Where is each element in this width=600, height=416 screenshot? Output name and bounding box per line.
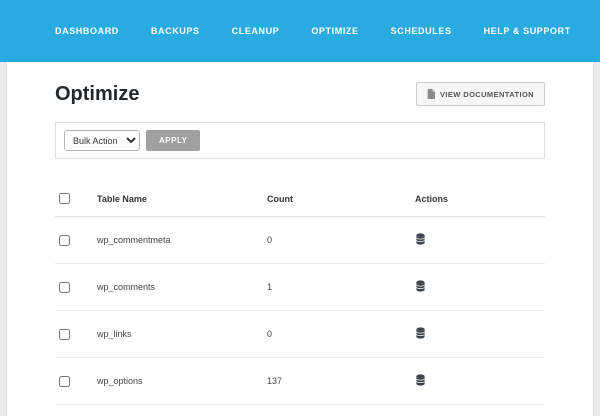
count-cell: 1	[263, 264, 411, 311]
count-cell: 2	[263, 405, 411, 416]
table-name-cell: wp_links	[93, 311, 263, 358]
view-documentation-label: VIEW DOCUMENTATION	[440, 90, 534, 99]
page-title: Optimize	[55, 83, 139, 106]
page-card: Optimize VIEW DOCUMENTATION Bulk Action …	[7, 62, 593, 416]
top-nav: DASHBOARD BACKUPS CLEANUP OPTIMIZE SCHED…	[0, 0, 600, 62]
table-name-cell: wp_options	[93, 358, 263, 405]
row-checkbox[interactable]	[59, 329, 70, 340]
nav-item-help-support[interactable]: HELP & SUPPORT	[484, 26, 571, 36]
database-optimize-icon[interactable]	[415, 233, 426, 245]
nav-item-cleanup[interactable]: CLEANUP	[232, 26, 280, 36]
page-header: Optimize VIEW DOCUMENTATION	[55, 82, 545, 106]
table-name-cell: wp_postmeta	[93, 405, 263, 416]
nav-item-schedules[interactable]: SCHEDULES	[391, 26, 452, 36]
count-cell: 0	[263, 311, 411, 358]
table-name-cell: wp_comments	[93, 264, 263, 311]
count-cell: 0	[263, 217, 411, 264]
table-row: wp_postmeta 2	[55, 405, 545, 416]
row-checkbox[interactable]	[59, 282, 70, 293]
database-optimize-icon[interactable]	[415, 327, 426, 339]
nav-item-optimize[interactable]: OPTIMIZE	[311, 26, 358, 36]
table-header-row: Table Name Count Actions	[55, 181, 545, 217]
table-row: wp_links 0	[55, 311, 545, 358]
database-optimize-icon[interactable]	[415, 374, 426, 386]
table-row: wp_commentmeta 0	[55, 217, 545, 264]
bulk-action-select[interactable]: Bulk Action	[64, 130, 140, 151]
select-all-checkbox[interactable]	[59, 193, 70, 204]
nav-item-backups[interactable]: BACKUPS	[151, 26, 200, 36]
table-name-cell: wp_commentmeta	[93, 217, 263, 264]
row-checkbox[interactable]	[59, 376, 70, 387]
view-documentation-button[interactable]: VIEW DOCUMENTATION	[416, 82, 545, 106]
column-header-count: Count	[263, 181, 411, 217]
table-row: wp_options 137	[55, 358, 545, 405]
document-icon	[427, 89, 435, 99]
bulk-action-toolbar: Bulk Action APPLY	[55, 122, 545, 159]
table-row: wp_comments 1	[55, 264, 545, 311]
tables-list: Table Name Count Actions wp_commentmeta …	[55, 181, 545, 416]
database-optimize-icon[interactable]	[415, 280, 426, 292]
nav-item-dashboard[interactable]: DASHBOARD	[55, 26, 119, 36]
count-cell: 137	[263, 358, 411, 405]
column-header-table-name: Table Name	[93, 181, 263, 217]
row-checkbox[interactable]	[59, 235, 70, 246]
column-header-actions: Actions	[411, 181, 545, 217]
apply-button[interactable]: APPLY	[146, 130, 200, 151]
